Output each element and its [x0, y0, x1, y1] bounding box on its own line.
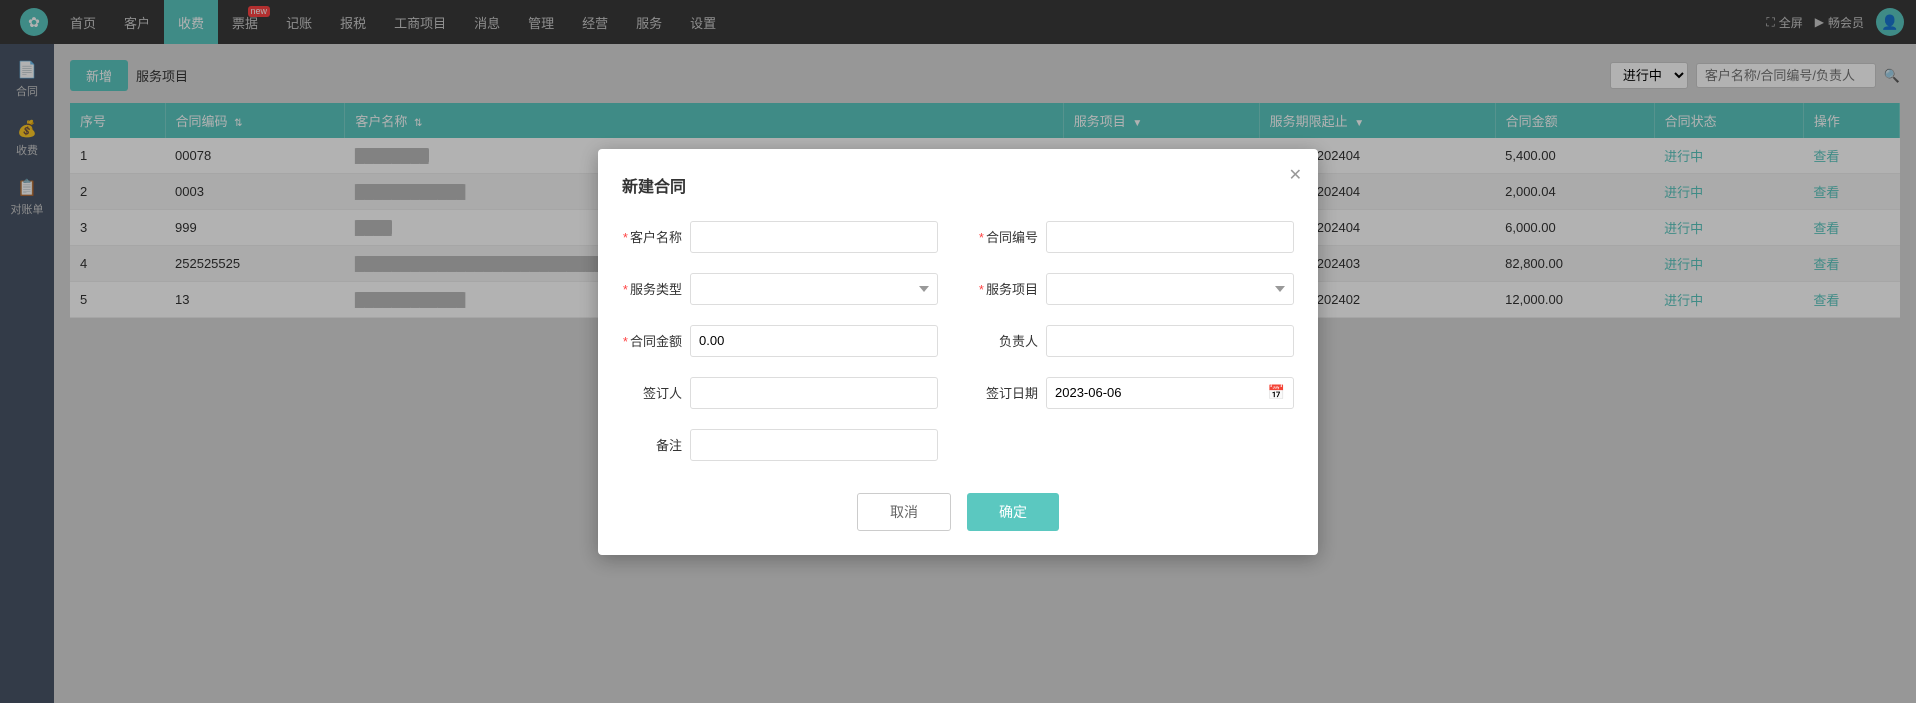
contract-number-group: 合同编号 — [978, 221, 1294, 253]
calendar-icon[interactable]: 📅 — [1260, 384, 1293, 401]
modal-footer: 取消 确定 — [622, 493, 1294, 531]
sign-date-wrapper: 📅 — [1046, 377, 1294, 409]
remarks-group: 备注 — [622, 429, 938, 461]
service-item-label: 服务项目 — [978, 279, 1038, 298]
cancel-button[interactable]: 取消 — [857, 493, 951, 531]
new-contract-modal: 新建合同 ✕ 客户名称 合同编号 服务类型 服务项目 — [598, 149, 1318, 555]
sign-date-label: 签订日期 — [978, 383, 1038, 402]
customer-name-input[interactable] — [690, 221, 938, 253]
contract-amount-input[interactable] — [690, 325, 938, 357]
signer-label: 签订人 — [622, 383, 682, 402]
responsible-input[interactable] — [1046, 325, 1294, 357]
modal-close-button[interactable]: ✕ — [1289, 165, 1302, 185]
signer-group: 签订人 — [622, 377, 938, 409]
form-row-5: 备注 — [622, 429, 1294, 461]
confirm-button[interactable]: 确定 — [967, 493, 1059, 531]
responsible-label: 负责人 — [978, 331, 1038, 350]
remarks-spacer — [978, 429, 1294, 461]
service-type-label: 服务类型 — [622, 279, 682, 298]
contract-number-label: 合同编号 — [978, 227, 1038, 246]
contract-amount-group: 合同金额 — [622, 325, 938, 357]
responsible-group: 负责人 — [978, 325, 1294, 357]
form-row-2: 服务类型 服务项目 — [622, 273, 1294, 305]
remarks-input[interactable] — [690, 429, 938, 461]
customer-name-label: 客户名称 — [622, 227, 682, 246]
service-item-group: 服务项目 — [978, 273, 1294, 305]
contract-number-input[interactable] — [1046, 221, 1294, 253]
remarks-label: 备注 — [622, 435, 682, 454]
contract-amount-label: 合同金额 — [622, 331, 682, 350]
sign-date-group: 签订日期 📅 — [978, 377, 1294, 409]
sign-date-input[interactable] — [1047, 379, 1260, 406]
modal-title: 新建合同 — [622, 173, 1294, 197]
form-row-3: 合同金额 负责人 — [622, 325, 1294, 357]
service-item-select[interactable] — [1046, 273, 1294, 305]
customer-name-group: 客户名称 — [622, 221, 938, 253]
modal-overlay: 新建合同 ✕ 客户名称 合同编号 服务类型 服务项目 — [0, 0, 1916, 703]
service-type-group: 服务类型 — [622, 273, 938, 305]
form-row-1: 客户名称 合同编号 — [622, 221, 1294, 253]
service-type-select[interactable] — [690, 273, 938, 305]
signer-input[interactable] — [690, 377, 938, 409]
form-row-4: 签订人 签订日期 📅 — [622, 377, 1294, 409]
